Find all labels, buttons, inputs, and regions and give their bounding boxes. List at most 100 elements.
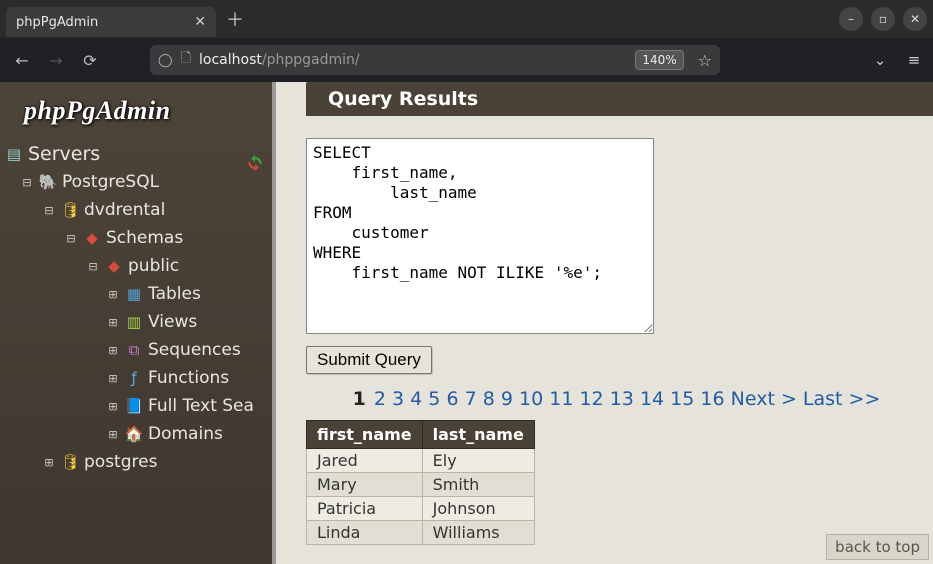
tab-title: phpPgAdmin bbox=[16, 15, 98, 30]
expand-icon[interactable]: ⊞ bbox=[106, 288, 120, 301]
postgresql-icon: 🐘 bbox=[38, 173, 58, 191]
refresh-icon[interactable] bbox=[246, 154, 264, 177]
tree-label: PostgreSQL bbox=[62, 172, 159, 192]
tree-label: postgres bbox=[84, 452, 157, 472]
page-link[interactable]: 8 bbox=[483, 388, 495, 410]
tree-tables[interactable]: ⊞ ▦ Tables bbox=[2, 280, 272, 308]
sequences-icon: ⧉ bbox=[124, 341, 144, 359]
page-link[interactable]: 4 bbox=[410, 388, 422, 410]
url-host: localhost bbox=[199, 52, 262, 68]
menu-icon[interactable]: ≡ bbox=[903, 51, 925, 69]
tree-label: Functions bbox=[148, 368, 229, 388]
browser-toolbar: ← → ⟳ ◯ 🗋 localhost/phppgadmin/ 140% ☆ ⌄… bbox=[0, 38, 933, 82]
schemas-icon: ◆ bbox=[82, 229, 102, 247]
results-table: first_name last_name Jared Ely Mary Smit… bbox=[306, 420, 535, 545]
collapse-icon[interactable]: ⊟ bbox=[64, 232, 78, 245]
page-link[interactable]: 15 bbox=[670, 388, 694, 410]
window-controls: – ▫ ✕ bbox=[839, 7, 927, 31]
tree-schemas[interactable]: ⊟ ◆ Schemas bbox=[2, 224, 272, 252]
table-row: Mary Smith bbox=[307, 473, 535, 497]
cell-first-name: Patricia bbox=[307, 497, 423, 521]
shield-icon: ◯ bbox=[158, 53, 173, 68]
reload-button[interactable]: ⟳ bbox=[76, 46, 104, 74]
schema-icon: ◆ bbox=[104, 257, 124, 275]
page-link[interactable]: 14 bbox=[640, 388, 664, 410]
tree-postgresql[interactable]: ⊟ 🐘 PostgreSQL bbox=[2, 168, 272, 196]
tree-views[interactable]: ⊞ ▥ Views bbox=[2, 308, 272, 336]
database-icon: 🛢 bbox=[60, 201, 80, 219]
maximize-button[interactable]: ▫ bbox=[871, 7, 895, 31]
col-last-name[interactable]: last_name bbox=[422, 421, 534, 449]
tree-public[interactable]: ⊟ ◆ public bbox=[2, 252, 272, 280]
submit-query-button[interactable]: Submit Query bbox=[306, 346, 432, 374]
expand-icon[interactable]: ⊞ bbox=[106, 400, 120, 413]
main-pane: Query Results Submit Query 1 2 3 4 5 6 7… bbox=[276, 82, 933, 564]
page-link[interactable]: 3 bbox=[392, 388, 404, 410]
sql-textarea[interactable] bbox=[306, 138, 654, 334]
page-link[interactable]: 6 bbox=[446, 388, 458, 410]
collapse-icon[interactable]: ⊟ bbox=[20, 176, 34, 189]
expand-icon[interactable]: ⊞ bbox=[106, 428, 120, 441]
page-link[interactable]: 13 bbox=[610, 388, 634, 410]
tree-servers[interactable]: ▤ Servers bbox=[2, 140, 272, 168]
forward-button[interactable]: → bbox=[42, 46, 70, 74]
close-window-button[interactable]: ✕ bbox=[903, 7, 927, 31]
servers-icon: ▤ bbox=[4, 145, 24, 163]
pocket-icon[interactable]: ⌄ bbox=[869, 51, 891, 69]
content-area: phpPgAdmin ▤ Servers ⊟ 🐘 PostgreSQL ⊟ 🛢 … bbox=[0, 82, 933, 564]
tree-label: Full Text Sea bbox=[148, 396, 254, 416]
database-icon: 🛢 bbox=[60, 453, 80, 471]
expand-icon[interactable]: ⊞ bbox=[42, 456, 56, 469]
collapse-icon[interactable]: ⊟ bbox=[86, 260, 100, 273]
url-bar[interactable]: ◯ 🗋 localhost/phppgadmin/ 140% ☆ bbox=[150, 45, 720, 75]
page-link[interactable]: 10 bbox=[519, 388, 543, 410]
cell-first-name: Mary bbox=[307, 473, 423, 497]
minimize-button[interactable]: – bbox=[839, 7, 863, 31]
page-next[interactable]: Next > bbox=[731, 388, 797, 410]
domains-icon: 🏠 bbox=[124, 425, 144, 443]
tree-label: Tables bbox=[148, 284, 201, 304]
tree-label: Schemas bbox=[106, 228, 183, 248]
tables-icon: ▦ bbox=[124, 285, 144, 303]
pagination: 1 2 3 4 5 6 7 8 9 10 11 12 13 14 15 16 N… bbox=[306, 388, 925, 410]
page-link[interactable]: 7 bbox=[465, 388, 477, 410]
page-link[interactable]: 11 bbox=[549, 388, 573, 410]
col-first-name[interactable]: first_name bbox=[307, 421, 423, 449]
tree-postgres[interactable]: ⊞ 🛢 postgres bbox=[2, 448, 272, 476]
page-link[interactable]: 12 bbox=[579, 388, 603, 410]
tree-label: Views bbox=[148, 312, 197, 332]
back-to-top-link[interactable]: back to top bbox=[826, 534, 929, 560]
tree-sequences[interactable]: ⊞ ⧉ Sequences bbox=[2, 336, 272, 364]
tree-label: Sequences bbox=[148, 340, 241, 360]
close-icon[interactable]: ✕ bbox=[194, 14, 206, 30]
bookmark-icon[interactable]: ☆ bbox=[698, 51, 712, 70]
page-link[interactable]: 16 bbox=[700, 388, 724, 410]
browser-tab[interactable]: phpPgAdmin ✕ bbox=[6, 7, 216, 37]
page-link[interactable]: 9 bbox=[501, 388, 513, 410]
tree-functions[interactable]: ⊞ ƒ Functions bbox=[2, 364, 272, 392]
browser-titlebar: phpPgAdmin ✕ ＋ – ▫ ✕ bbox=[0, 0, 933, 38]
expand-icon[interactable]: ⊞ bbox=[106, 316, 120, 329]
expand-icon[interactable]: ⊞ bbox=[106, 344, 120, 357]
collapse-icon[interactable]: ⊟ bbox=[42, 204, 56, 217]
page-link[interactable]: 2 bbox=[374, 388, 386, 410]
cell-first-name: Linda bbox=[307, 521, 423, 545]
page-last[interactable]: Last >> bbox=[803, 388, 880, 410]
tree-dvdrental[interactable]: ⊟ 🛢 dvdrental bbox=[2, 196, 272, 224]
functions-icon: ƒ bbox=[124, 369, 144, 387]
tree-domains[interactable]: ⊞ 🏠 Domains bbox=[2, 420, 272, 448]
expand-icon[interactable]: ⊞ bbox=[106, 372, 120, 385]
tree-fts[interactable]: ⊞ 📘 Full Text Sea bbox=[2, 392, 272, 420]
views-icon: ▥ bbox=[124, 313, 144, 331]
nav-tree: ▤ Servers ⊟ 🐘 PostgreSQL ⊟ 🛢 dvdrental ⊟… bbox=[0, 136, 272, 476]
zoom-badge[interactable]: 140% bbox=[635, 50, 683, 70]
new-tab-button[interactable]: ＋ bbox=[226, 6, 244, 32]
fts-icon: 📘 bbox=[124, 397, 144, 415]
page-link[interactable]: 5 bbox=[428, 388, 440, 410]
table-row: Jared Ely bbox=[307, 449, 535, 473]
back-button[interactable]: ← bbox=[8, 46, 36, 74]
cell-last-name: Smith bbox=[422, 473, 534, 497]
logo: phpPgAdmin bbox=[0, 82, 272, 136]
cell-last-name: Williams bbox=[422, 521, 534, 545]
cell-last-name: Johnson bbox=[422, 497, 534, 521]
